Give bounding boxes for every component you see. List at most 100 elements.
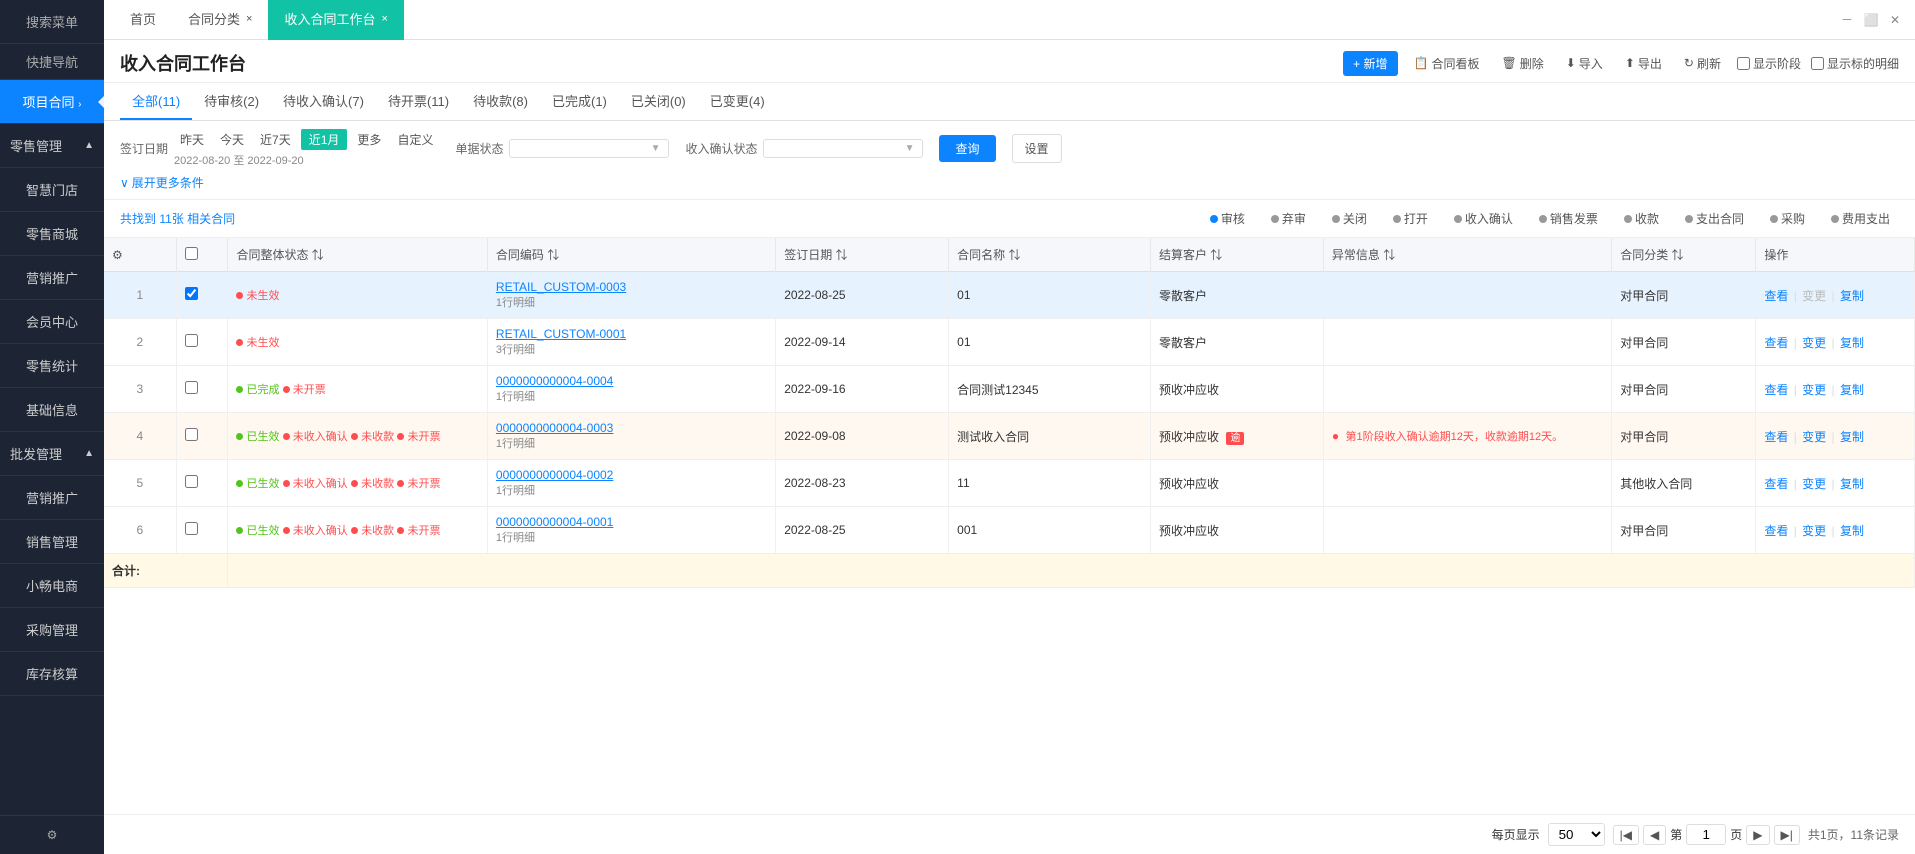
- sidebar-item-purchase[interactable]: 采购管理: [0, 608, 104, 652]
- contract-code-link[interactable]: 0000000000004-0002: [496, 468, 613, 482]
- col-type[interactable]: 合同分类 ⇅: [1612, 238, 1756, 272]
- col-overall-status[interactable]: 合同整体状态 ⇅: [228, 238, 487, 272]
- income-confirm-select[interactable]: ▼: [763, 139, 923, 158]
- sidebar-quick-nav[interactable]: 快捷导航: [0, 44, 104, 80]
- sidebar-item-retail-stats[interactable]: 零售统计: [0, 344, 104, 388]
- toolbar-income-confirm-btn[interactable]: 收入确认: [1445, 206, 1522, 231]
- date-btn-today[interactable]: 今天: [214, 129, 250, 150]
- page-size-select[interactable]: 50 10 20 100: [1548, 823, 1605, 846]
- toolbar-abandon-btn[interactable]: 弃审: [1262, 206, 1315, 231]
- page-next-btn[interactable]: ▶: [1746, 825, 1769, 845]
- sidebar-settings[interactable]: ⚙: [0, 815, 104, 854]
- sidebar-item-member-center[interactable]: 会员中心: [0, 300, 104, 344]
- filter-settings-button[interactable]: 设置: [1012, 134, 1062, 163]
- new-button[interactable]: + 新增: [1343, 51, 1397, 76]
- op-copy[interactable]: 复制: [1840, 336, 1864, 350]
- toolbar-collection-btn[interactable]: 收款: [1615, 206, 1668, 231]
- sidebar-item-retail-management[interactable]: 零售管理 ▲: [0, 124, 104, 168]
- import-button[interactable]: ⬇ 导入: [1560, 52, 1609, 75]
- sidebar-item-project-contract[interactable]: 项目合同 ›: [0, 80, 104, 124]
- op-view[interactable]: 查看: [1764, 289, 1788, 303]
- op-change[interactable]: 变更: [1802, 383, 1826, 397]
- op-view[interactable]: 查看: [1764, 383, 1788, 397]
- sub-tab-pending-review[interactable]: 待审核(2): [192, 83, 271, 120]
- row-checkbox[interactable]: [176, 319, 228, 366]
- toolbar-open-btn[interactable]: 打开: [1384, 206, 1437, 231]
- refresh-button[interactable]: ↻ 刷新: [1678, 52, 1727, 75]
- tab-income-contract-close[interactable]: ×: [381, 13, 387, 25]
- show-fields-input[interactable]: [1737, 57, 1750, 70]
- op-change[interactable]: 变更: [1802, 524, 1826, 538]
- show-fields-checkbox[interactable]: 显示阶段: [1737, 55, 1801, 72]
- col-settings[interactable]: ⚙: [104, 238, 176, 272]
- col-sign-date[interactable]: 签订日期 ⇅: [776, 238, 949, 272]
- op-copy[interactable]: 复制: [1840, 430, 1864, 444]
- delete-button[interactable]: 🗑 删除: [1495, 52, 1549, 75]
- op-copy[interactable]: 复制: [1840, 383, 1864, 397]
- doc-status-select[interactable]: ▼: [509, 139, 669, 158]
- window-minimize[interactable]: －: [1837, 10, 1857, 30]
- op-copy[interactable]: 复制: [1840, 289, 1864, 303]
- contract-code-link[interactable]: 0000000000004-0003: [496, 421, 613, 435]
- toolbar-close-btn[interactable]: 关闭: [1323, 206, 1376, 231]
- toolbar-expense-btn[interactable]: 费用支出: [1822, 206, 1899, 231]
- op-change[interactable]: 变更: [1802, 430, 1826, 444]
- show-detail-input[interactable]: [1811, 57, 1824, 70]
- date-btn-custom[interactable]: 自定义: [391, 129, 439, 150]
- tab-home[interactable]: 首页: [114, 0, 172, 40]
- contract-code-link[interactable]: 0000000000004-0004: [496, 374, 613, 388]
- op-copy[interactable]: 复制: [1840, 524, 1864, 538]
- export-button[interactable]: ⬆ 导出: [1619, 52, 1668, 75]
- op-view[interactable]: 查看: [1764, 477, 1788, 491]
- op-change[interactable]: 变更: [1802, 336, 1826, 350]
- op-view[interactable]: 查看: [1764, 336, 1788, 350]
- row-checkbox[interactable]: [176, 272, 228, 319]
- expand-filter-button[interactable]: ∨ 展开更多条件: [120, 174, 204, 191]
- contract-code-link[interactable]: 0000000000004-0001: [496, 515, 613, 529]
- row-checkbox[interactable]: [176, 366, 228, 413]
- col-code[interactable]: 合同编码 ⇅: [487, 238, 775, 272]
- col-abnormal[interactable]: 异常信息 ⇅: [1323, 238, 1611, 272]
- col-customer[interactable]: 结算客户 ⇅: [1150, 238, 1323, 272]
- sub-tab-changed[interactable]: 已变更(4): [698, 83, 777, 120]
- sub-tab-pending-payment[interactable]: 待收款(8): [461, 83, 540, 120]
- date-btn-7days[interactable]: 近7天: [254, 129, 297, 150]
- op-change[interactable]: 变更: [1802, 477, 1826, 491]
- sidebar-search[interactable]: 搜索菜单: [0, 0, 104, 44]
- toolbar-sales-invoice-btn[interactable]: 销售发票: [1530, 206, 1607, 231]
- sidebar-item-inventory[interactable]: 库存核算: [0, 652, 104, 696]
- sub-tab-completed[interactable]: 已完成(1): [540, 83, 619, 120]
- sidebar-item-marketing2[interactable]: 营销推广: [0, 476, 104, 520]
- page-prev-btn[interactable]: ◀: [1643, 825, 1666, 845]
- sub-tab-pending-income[interactable]: 待收入确认(7): [271, 83, 376, 120]
- sidebar-item-retail-mall[interactable]: 零售商城: [0, 212, 104, 256]
- sidebar-item-wholesale[interactable]: 批发管理 ▲: [0, 432, 104, 476]
- date-btn-yesterday[interactable]: 昨天: [174, 129, 210, 150]
- select-all-checkbox[interactable]: [185, 247, 198, 260]
- search-button[interactable]: 查询: [939, 135, 995, 162]
- sidebar-item-xiaochang[interactable]: 小畅电商: [0, 564, 104, 608]
- window-close[interactable]: ✕: [1885, 10, 1905, 30]
- sub-tab-closed[interactable]: 已关闭(0): [619, 83, 698, 120]
- op-view[interactable]: 查看: [1764, 430, 1788, 444]
- tab-contract-category-close[interactable]: ×: [246, 13, 252, 25]
- row-checkbox[interactable]: [176, 413, 228, 460]
- show-detail-checkbox[interactable]: 显示标的明细: [1811, 55, 1899, 72]
- page-last-btn[interactable]: ▶|: [1774, 825, 1800, 845]
- col-name[interactable]: 合同名称 ⇅: [949, 238, 1151, 272]
- op-copy[interactable]: 复制: [1840, 477, 1864, 491]
- sub-tab-all[interactable]: 全部(11): [120, 83, 192, 120]
- sidebar-item-marketing[interactable]: 营销推广: [0, 256, 104, 300]
- tab-income-contract[interactable]: 收入合同工作台 ×: [268, 0, 403, 40]
- sidebar-item-basic-info[interactable]: 基础信息: [0, 388, 104, 432]
- row-checkbox[interactable]: [176, 507, 228, 554]
- sub-tab-pending-invoice[interactable]: 待开票(11): [376, 83, 461, 120]
- contract-board-button[interactable]: 📋 合同看板: [1408, 52, 1486, 75]
- date-btn-more[interactable]: 更多: [351, 129, 387, 150]
- window-maximize[interactable]: ⬜: [1861, 10, 1881, 30]
- contract-code-link[interactable]: RETAIL_CUSTOM-0001: [496, 327, 626, 341]
- op-view[interactable]: 查看: [1764, 524, 1788, 538]
- row-checkbox[interactable]: [176, 460, 228, 507]
- toolbar-purchase-btn[interactable]: 采购: [1761, 206, 1814, 231]
- toolbar-review-btn[interactable]: 审核: [1201, 206, 1254, 231]
